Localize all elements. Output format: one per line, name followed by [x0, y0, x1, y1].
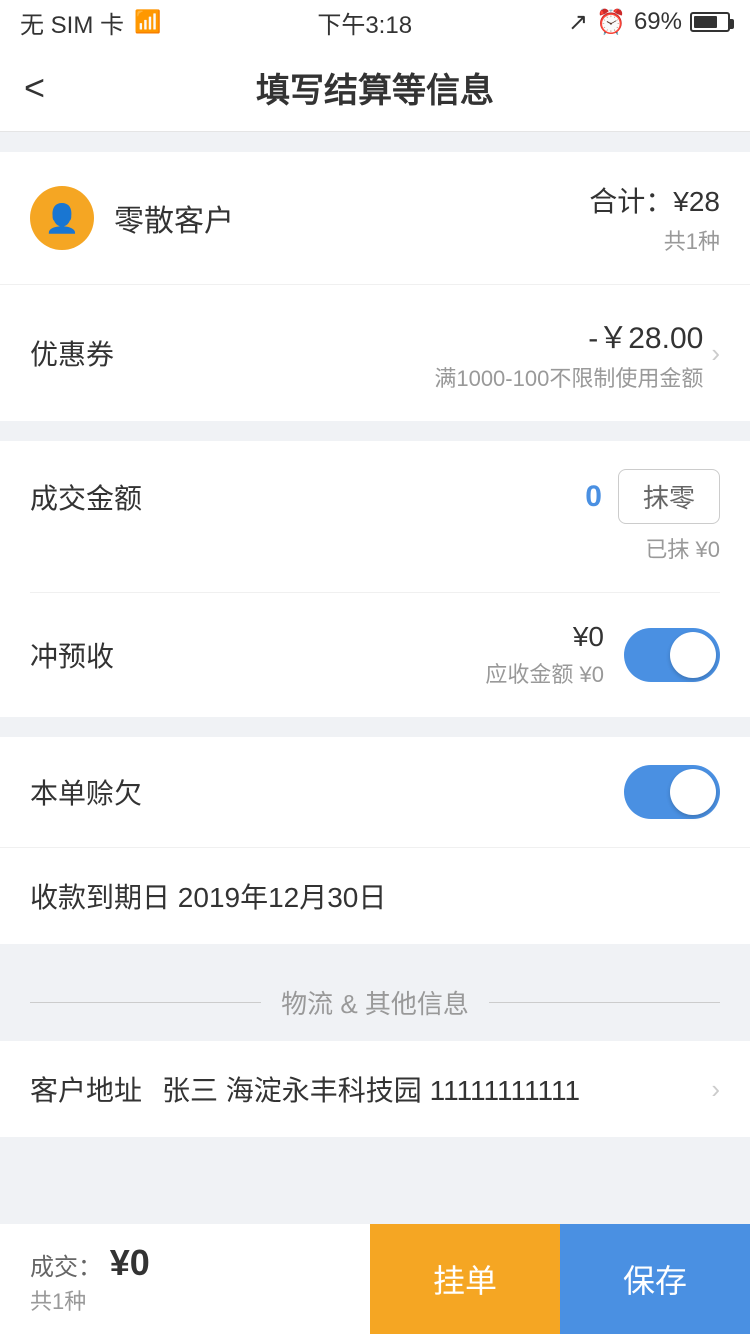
page-title: 填写结算等信息	[256, 63, 494, 112]
toggle-knob	[670, 632, 716, 678]
address-section: 客户地址 张三 海淀永丰科技园 11111111111 ›	[0, 1041, 750, 1137]
prereceipt-amount: ¥0	[485, 621, 604, 653]
prereceipt-amounts: ¥0 应收金额 ¥0	[485, 621, 604, 689]
total-count: 共1种	[589, 224, 720, 256]
logistics-line-right	[489, 1002, 720, 1003]
prereceipt-toggle[interactable]	[624, 628, 720, 682]
logistics-text: 物流 & 其他信息	[281, 984, 469, 1021]
debt-label: 本单赊欠	[30, 772, 142, 812]
bottom-bar: 成交： ¥0 共1种 挂单 保存	[0, 1224, 750, 1334]
prereceipt-sub: 应收金额 ¥0	[485, 657, 604, 689]
status-left: 无 SIM 卡 📶	[20, 5, 161, 40]
transaction-row: 成交金额 0 抹零	[30, 469, 720, 524]
bottom-summary-amount: ¥0	[110, 1242, 150, 1283]
section-gap-4	[0, 944, 750, 964]
carrier-text: 无 SIM 卡	[20, 5, 124, 40]
debt-section: 本单赊欠 收款到期日 2019年12月30日	[0, 737, 750, 944]
address-value: 张三 海淀永丰科技园 11111111111	[162, 1069, 711, 1109]
gps-icon: ↗	[568, 8, 588, 37]
coupon-right: -￥28.00 满1000-100不限制使用金额 ›	[434, 313, 720, 393]
status-bar: 无 SIM 卡 📶 下午3:18 ↗ ⏰ 69%	[0, 0, 750, 44]
total-amount: 合计：¥28	[589, 180, 720, 220]
bottom-summary: 成交： ¥0 共1种	[0, 1224, 370, 1334]
debt-row: 本单赊欠	[0, 737, 750, 847]
alarm-icon: ⏰	[596, 8, 626, 37]
back-button[interactable]: <	[24, 67, 45, 109]
hang-button[interactable]: 挂单	[370, 1224, 560, 1334]
bottom-summary-row: 成交： ¥0	[30, 1242, 340, 1284]
transaction-section: 成交金额 0 抹零 已抹 ¥0 冲预收 ¥0 应收金额 ¥0	[0, 441, 750, 717]
prereceipt-right: ¥0 应收金额 ¥0	[485, 621, 720, 689]
duedate-value: 2019年12月30日	[178, 882, 387, 913]
wifi-icon: 📶	[134, 9, 161, 35]
transaction-sub-text: 已抹 ¥0	[30, 532, 720, 564]
address-row[interactable]: 客户地址 张三 海淀永丰科技园 11111111111 ›	[0, 1041, 750, 1137]
coupon-row[interactable]: 优惠券 -￥28.00 满1000-100不限制使用金额 ›	[0, 284, 750, 421]
coupon-info: -￥28.00 满1000-100不限制使用金额	[434, 313, 703, 393]
debt-toggle[interactable]	[624, 765, 720, 819]
transaction-amount-row: 成交金额 0 抹零 已抹 ¥0	[0, 441, 750, 592]
save-button[interactable]: 保存	[560, 1224, 750, 1334]
transaction-label: 成交金额	[30, 477, 142, 517]
coupon-discount: -￥28.00	[434, 313, 703, 357]
prereceipt-row: 冲预收 ¥0 应收金额 ¥0	[0, 593, 750, 717]
customer-left: 👤 零散客户	[30, 186, 234, 250]
debt-toggle-knob	[670, 769, 716, 815]
customer-right: 合计：¥28 共1种	[589, 180, 720, 256]
chevron-right-icon: ›	[711, 338, 720, 369]
logistics-line-left	[30, 1002, 261, 1003]
customer-name: 零散客户	[114, 196, 234, 240]
section-gap-3	[0, 717, 750, 737]
section-gap-2	[0, 421, 750, 441]
customer-row: 👤 零散客户 合计：¥28 共1种	[0, 152, 750, 284]
section-gap-1	[0, 132, 750, 152]
prereceipt-label: 冲预收	[30, 635, 114, 675]
transaction-amount: 0	[585, 480, 602, 514]
avatar-icon: 👤	[45, 202, 80, 235]
bottom-summary-count: 共1种	[30, 1284, 340, 1316]
customer-section: 👤 零散客户 合计：¥28 共1种 优惠券 -￥28.00 满1000-100不…	[0, 152, 750, 421]
nav-bar: < 填写结算等信息	[0, 44, 750, 132]
address-chevron-icon: ›	[711, 1074, 720, 1105]
bottom-summary-label: 成交：	[30, 1254, 102, 1281]
logistics-header: 物流 & 其他信息	[0, 964, 750, 1041]
status-right: ↗ ⏰ 69%	[568, 8, 730, 37]
address-label: 客户地址	[30, 1069, 142, 1109]
duedate-row: 收款到期日 2019年12月30日	[0, 847, 750, 944]
coupon-label: 优惠券	[30, 333, 114, 373]
round-button[interactable]: 抹零	[618, 469, 720, 524]
transaction-right: 0 抹零	[585, 469, 720, 524]
battery-icon	[690, 12, 730, 32]
duedate-label: 收款到期日	[30, 882, 170, 913]
coupon-description: 满1000-100不限制使用金额	[434, 361, 703, 393]
avatar: 👤	[30, 186, 94, 250]
battery-text: 69%	[634, 8, 682, 36]
status-time: 下午3:18	[317, 5, 412, 40]
